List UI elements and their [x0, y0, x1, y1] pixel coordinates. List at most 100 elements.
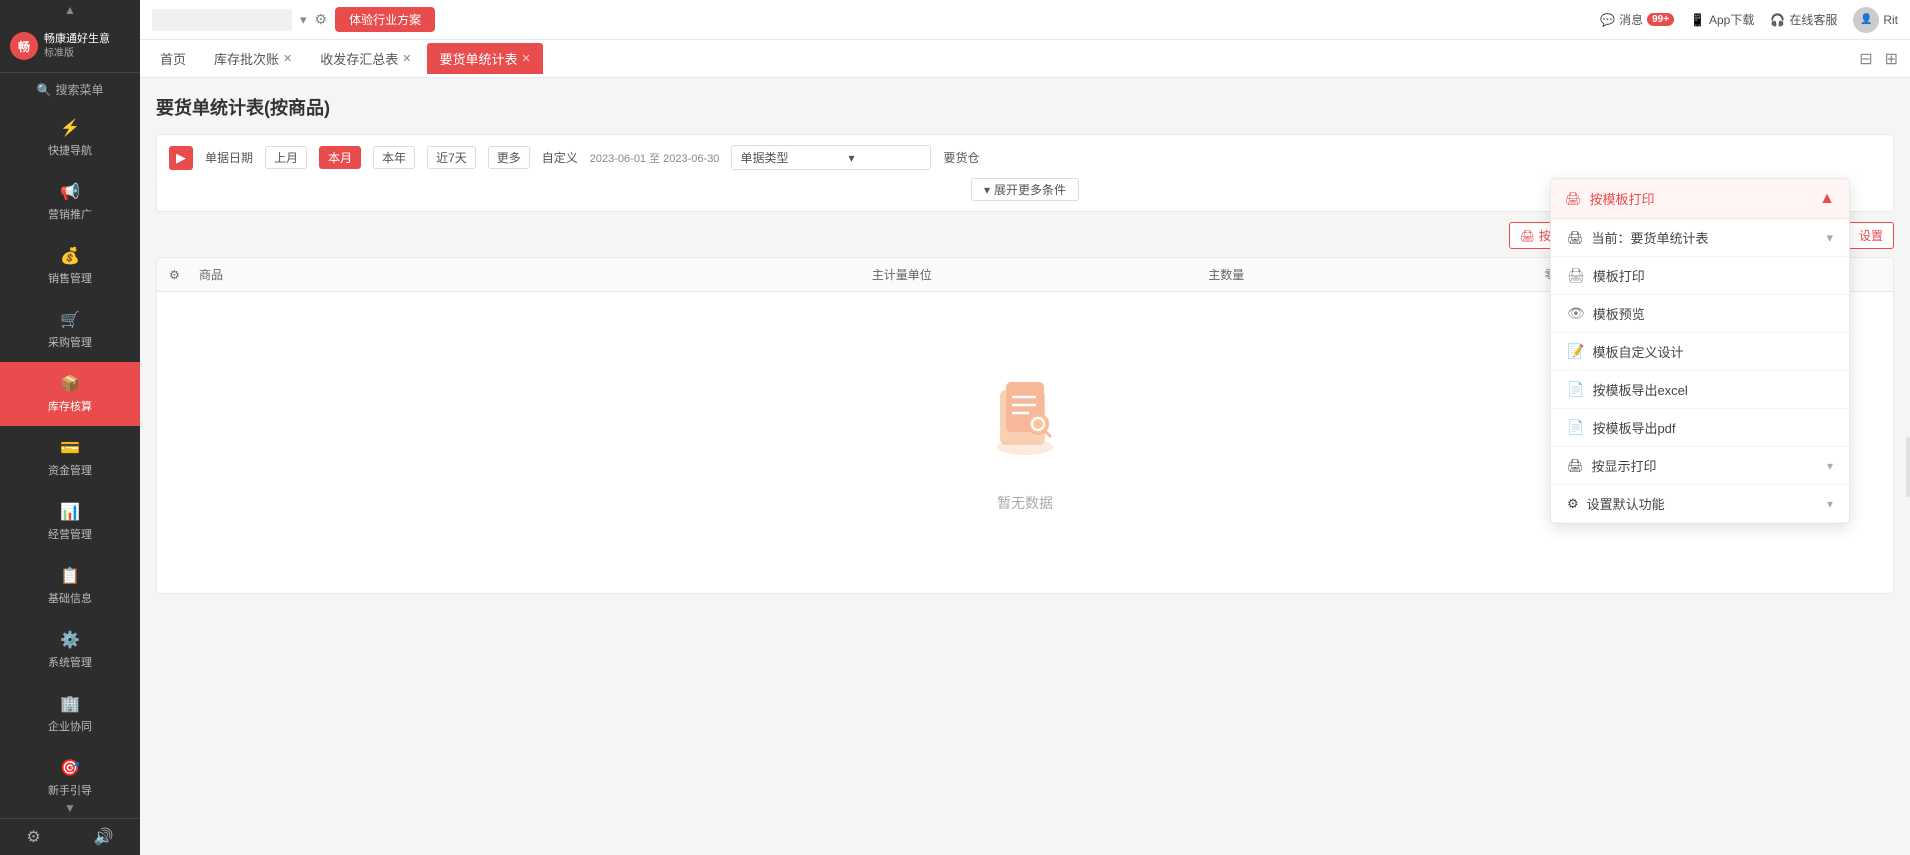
dropdown-display-print[interactable]: 🖨 按显示打印 ▾ — [1551, 447, 1849, 485]
sidebar: ▲ 畅 畅康通好生意 标准版 🔍 搜索菜单 ⚡ 快捷导航 📢 营销推广 💰 销售… — [0, 0, 140, 855]
date-btn-this-month[interactable]: 本月 — [319, 146, 361, 169]
tab-home[interactable]: 首页 — [148, 43, 198, 74]
sidebar-nav: ⚡ 快捷导航 📢 营销推广 💰 销售管理 🛒 采购管理 📦 库存核算 💳 资金管… — [0, 106, 140, 798]
dropdown-template-design[interactable]: 📝 模板自定义设计 — [1551, 333, 1849, 371]
template-preview-icon: 👁 — [1567, 305, 1585, 322]
sidebar-scroll-up[interactable]: ▲ — [0, 0, 140, 20]
dropdown-header-left: 🖨 按模板打印 — [1565, 189, 1655, 208]
sidebar-search[interactable]: 🔍 搜索菜单 — [0, 73, 140, 106]
tab-inventory-batch-close[interactable]: ✕ — [283, 52, 292, 65]
sidebar-item-basic[interactable]: 📋 基础信息 — [0, 554, 140, 618]
dropdown-template-excel[interactable]: 📄 按模板导出excel — [1551, 371, 1849, 409]
sidebar-item-guide[interactable]: 🎯 新手引导 — [0, 746, 140, 798]
table-col-settings[interactable]: ⚙ — [169, 268, 199, 282]
sidebar-item-operation[interactable]: 📊 经营管理 — [0, 490, 140, 554]
tab-receipt-summary-close[interactable]: ✕ — [402, 52, 411, 65]
basic-icon: 📋 — [60, 566, 80, 586]
tabbar: 首页 库存批次账 ✕ 收发存汇总表 ✕ 要货单统计表 ✕ ⊟ ⊞ — [140, 40, 1910, 78]
tab-order-stats-close[interactable]: ✕ — [522, 52, 531, 65]
dropdown-current-item[interactable]: 🖨 当前：要货单统计表 ▾ — [1551, 219, 1849, 257]
sidebar-bottom: ⚙ 🔊 — [0, 818, 140, 855]
date-label: 单据日期 — [205, 149, 253, 166]
table-col-qty: 主数量 — [1208, 266, 1544, 283]
message-icon: 💬 — [1600, 13, 1615, 27]
topbar-app-download[interactable]: 📱 App下载 — [1690, 11, 1754, 28]
tab-order-stats[interactable]: 要货单统计表 ✕ — [427, 43, 542, 74]
current-item-arrow: ▾ — [1826, 230, 1833, 246]
template-print-icon: 🖨 — [1567, 267, 1585, 284]
sidebar-item-enterprise[interactable]: 🏢 企业协同 — [0, 682, 140, 746]
settings-bottom-icon[interactable]: ⚙ — [26, 827, 40, 847]
dropdown-default-func[interactable]: ⚙ 设置默认功能 ▾ — [1551, 485, 1849, 523]
template-pdf-icon: 📄 — [1567, 419, 1584, 436]
operation-icon: 📊 — [60, 502, 80, 522]
sidebar-item-inventory[interactable]: 📦 库存核算 — [0, 362, 140, 426]
sidebar-item-marketing[interactable]: 📢 营销推广 — [0, 170, 140, 234]
table-col-unit: 主计量单位 — [872, 266, 1208, 283]
settings-btn[interactable]: 设置 — [1848, 222, 1894, 249]
tab-maximize-icon[interactable]: ⊞ — [1881, 47, 1902, 71]
date-btn-more[interactable]: 更多 — [488, 146, 530, 169]
topbar-right: 💬 消息 99+ 📱 App下载 🎧 在线客服 👤 Rit — [1600, 7, 1898, 33]
purchase-icon: 🛒 — [60, 310, 80, 330]
sidebar-item-sales[interactable]: 💰 销售管理 — [0, 234, 140, 298]
date-btn-7days[interactable]: 近7天 — [427, 146, 476, 169]
dropdown-close-btn[interactable]: ▲ — [1819, 190, 1835, 208]
finance-icon: 💳 — [60, 438, 80, 458]
search-icon: 🔍 — [37, 83, 52, 97]
custom-label: 自定义 — [542, 149, 578, 166]
topbar-promo-button[interactable]: 体验行业方案 — [335, 7, 435, 32]
logo-icon: 畅 — [10, 32, 38, 60]
sidebar-item-system[interactable]: ⚙️ 系统管理 — [0, 618, 140, 682]
topbar-settings-icon[interactable]: ⚙ — [315, 11, 328, 28]
sound-bottom-icon[interactable]: 🔊 — [94, 827, 114, 847]
topbar-message[interactable]: 💬 消息 99+ — [1600, 11, 1674, 28]
tab-inventory-batch[interactable]: 库存批次账 ✕ — [202, 43, 304, 74]
dropdown-template-print[interactable]: 🖨 模板打印 — [1551, 257, 1849, 295]
date-btn-this-year[interactable]: 本年 — [373, 146, 415, 169]
template-excel-icon: 📄 — [1567, 381, 1584, 398]
topbar-online-service[interactable]: 🎧 在线客服 — [1770, 11, 1837, 28]
dropdown-print-icon: 🖨 — [1565, 191, 1582, 207]
sidebar-scroll-down[interactable]: ▼ — [0, 798, 140, 818]
default-func-icon: ⚙ — [1567, 496, 1579, 512]
scroll-indicator — [1906, 437, 1910, 497]
template-design-icon: 📝 — [1567, 343, 1584, 360]
topbar-search-input[interactable] — [152, 9, 292, 31]
sales-icon: 💰 — [60, 246, 80, 266]
sidebar-logo: 畅 畅康通好生意 标准版 — [0, 20, 140, 73]
guide-icon: 🎯 — [60, 758, 80, 778]
date-btn-last-month[interactable]: 上月 — [265, 146, 307, 169]
type-select-arrow: ▾ — [848, 151, 854, 165]
enterprise-icon: 🏢 — [60, 694, 80, 714]
sidebar-item-shortcut[interactable]: ⚡ 快捷导航 — [0, 106, 140, 170]
filter-expand-arrow[interactable]: ▶ — [169, 146, 193, 170]
logo-text: 畅康通好生意 标准版 — [44, 32, 110, 59]
goods-label: 要货仓 — [943, 149, 979, 166]
current-item-icon: 🖨 — [1567, 230, 1584, 246]
date-range-display: 2023-06-01 至 2023-06-30 — [590, 150, 720, 166]
topbar-user[interactable]: 👤 Rit — [1853, 7, 1898, 33]
print-dropdown-overlay: 🖨 按模板打印 ▲ 🖨 当前：要货单统计表 ▾ 🖨 模板打印 👁 模板预览 — [1550, 178, 1850, 524]
topbar-dropdown-icon[interactable]: ▾ — [300, 12, 307, 28]
service-icon: 🎧 — [1770, 13, 1785, 27]
tabbar-controls: ⊟ ⊞ — [1855, 47, 1902, 71]
expand-more-btn[interactable]: ▾ 展开更多条件 — [971, 178, 1079, 201]
display-print-arrow: ▾ — [1827, 459, 1833, 473]
tab-receipt-summary[interactable]: 收发存汇总表 ✕ — [308, 43, 423, 74]
dropdown-template-preview[interactable]: 👁 模板预览 — [1551, 295, 1849, 333]
shortcut-icon: ⚡ — [60, 118, 80, 138]
default-func-arrow: ▾ — [1827, 497, 1833, 511]
empty-text: 暂无数据 — [997, 493, 1053, 513]
system-icon: ⚙️ — [60, 630, 80, 650]
marketing-icon: 📢 — [60, 182, 80, 202]
tab-minimize-icon[interactable]: ⊟ — [1855, 47, 1876, 71]
sidebar-item-purchase[interactable]: 🛒 采购管理 — [0, 298, 140, 362]
print-icon: 🖨 — [1520, 229, 1535, 243]
dropdown-template-pdf[interactable]: 📄 按模板导出pdf — [1551, 409, 1849, 447]
sidebar-item-finance[interactable]: 💳 资金管理 — [0, 426, 140, 490]
main-area: ▾ ⚙ 体验行业方案 💬 消息 99+ 📱 App下载 🎧 在线客服 👤 Rit — [140, 0, 1910, 855]
dropdown-header: 🖨 按模板打印 ▲ — [1551, 179, 1849, 219]
expand-icon: ▾ — [984, 183, 990, 197]
type-select[interactable]: 单据类型 ▾ — [731, 145, 931, 170]
